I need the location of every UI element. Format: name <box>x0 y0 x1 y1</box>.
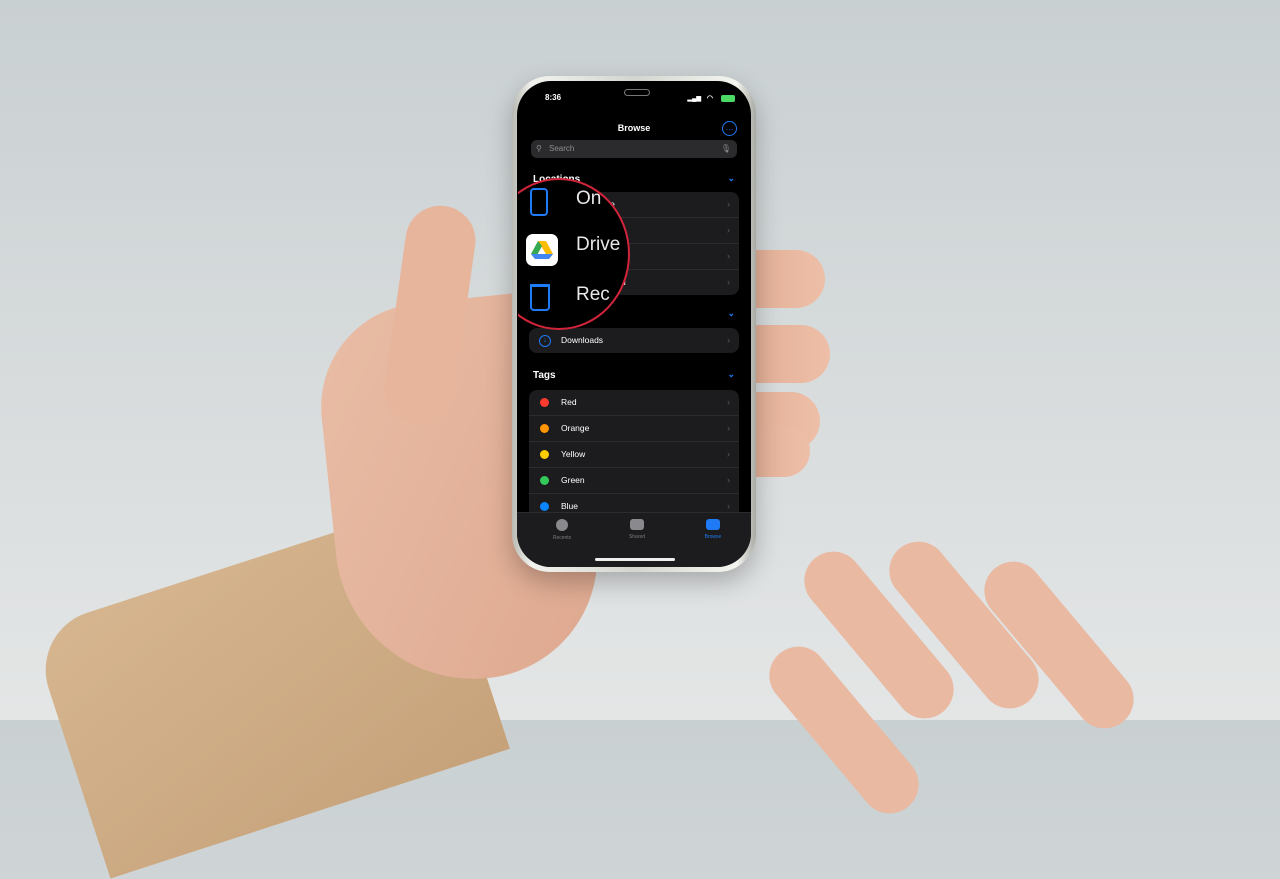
magnified-label: On <box>576 188 602 209</box>
row-label: Orange <box>561 423 590 433</box>
tab-label: Browse <box>704 534 722 540</box>
row-label: Downloads <box>561 335 604 345</box>
magnified-label: Drive <box>576 234 621 255</box>
folder-icon <box>706 519 720 530</box>
tab-browse[interactable]: Browse <box>683 519 743 540</box>
page-title: Browse <box>617 123 651 133</box>
chevron-right-icon: › <box>727 449 730 459</box>
tag-green[interactable]: Green › <box>529 468 739 494</box>
tags-header-label: Tags <box>533 370 556 381</box>
row-label: Green <box>561 475 585 485</box>
tag-yellow[interactable]: Yellow › <box>529 442 739 468</box>
tag-orange[interactable]: Orange › <box>529 416 739 442</box>
chevron-right-icon: › <box>727 251 730 261</box>
tag-color-dot <box>540 424 549 433</box>
chevron-right-icon: › <box>727 423 730 433</box>
trash-icon <box>530 284 550 311</box>
magnified-label: Rec <box>576 284 610 305</box>
clock-icon <box>556 519 568 531</box>
search-icon: ⚲ <box>536 144 542 153</box>
ellipsis-circle-icon[interactable]: … <box>722 121 737 136</box>
status-time: 8:36 <box>545 93 562 102</box>
wifi-icon: ◠ <box>706 95 713 102</box>
chevron-down-icon[interactable]: ⌄ <box>727 369 735 380</box>
tab-label: Recents <box>552 535 572 541</box>
chevron-right-icon: › <box>727 199 730 209</box>
battery-icon <box>721 95 735 102</box>
chevron-right-icon: › <box>727 335 730 345</box>
favorite-downloads[interactable]: ↓ Downloads › <box>529 328 739 353</box>
tag-color-dot <box>540 502 549 511</box>
iphone-icon <box>530 188 548 216</box>
favorites-list: ↓ Downloads › <box>529 328 739 353</box>
row-label: Yellow <box>561 449 586 459</box>
chevron-right-icon: › <box>727 225 730 235</box>
tab-shared[interactable]: Shared <box>607 519 667 540</box>
chevron-down-icon[interactable]: ⌄ <box>727 173 735 184</box>
row-label: Red <box>561 397 577 407</box>
tag-red[interactable]: Red › <box>529 390 739 416</box>
search-input[interactable]: ⚲ Search 🎙 <box>531 140 737 158</box>
chevron-right-icon: › <box>727 397 730 407</box>
tab-bar: Recents Shared Browse <box>517 512 751 567</box>
chevron-right-icon: › <box>727 475 730 485</box>
download-icon: ↓ <box>539 335 551 347</box>
row-label: Blue <box>561 501 579 511</box>
search-placeholder: Search <box>549 144 575 153</box>
microphone-icon[interactable]: 🎙 <box>721 140 731 158</box>
tag-color-dot <box>540 398 549 407</box>
google-drive-icon <box>526 234 558 266</box>
tag-color-dot <box>540 476 549 485</box>
tab-label: Shared <box>628 534 646 540</box>
home-indicator <box>595 558 675 561</box>
signal-icon: ▂▄▆ <box>687 96 701 102</box>
tag-color-dot <box>540 450 549 459</box>
shared-folder-icon <box>630 519 644 530</box>
speaker <box>624 89 650 96</box>
tags-header[interactable]: Tags ⌄ <box>533 369 735 381</box>
tab-recents[interactable]: Recents <box>532 519 592 541</box>
chevron-right-icon: › <box>727 277 730 287</box>
chevron-down-icon[interactable]: ⌄ <box>727 308 735 319</box>
tags-list: Red › Orange › Yellow › Green › Blue › <box>529 390 739 519</box>
notch <box>584 81 684 101</box>
